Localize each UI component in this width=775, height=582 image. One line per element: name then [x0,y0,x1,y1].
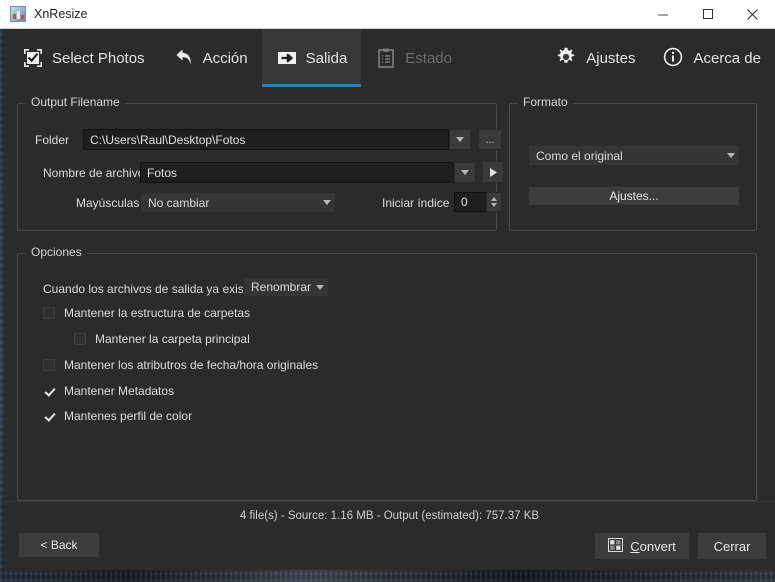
tab-label-estado: Estado [405,49,452,67]
select-photos-icon [22,47,44,69]
filename-preview-button[interactable] [482,161,504,183]
case-combobox-value: No cambiar [148,195,210,210]
footer-bar: 4 file(s) - Source: 1.16 MB - Output (es… [4,501,775,570]
action-arrow-icon [173,47,195,69]
output-export-icon [276,47,298,69]
salida-panel: Output Filename Folder C:\Users\Raul\Des… [4,87,775,501]
tab-label-ajustes: Ajustes [586,49,636,67]
filename-dropdown-button[interactable] [454,162,476,183]
play-triangle-icon [489,167,497,177]
case-label: Mayúsculas [76,196,140,210]
checkbox-keep-color-profile[interactable]: Mantenes perfil de color [43,409,192,423]
tab-acerca-de[interactable]: Acerca de [649,29,775,87]
gear-icon [556,47,578,69]
options-group: Opciones Cuando los archivos de salida y… [17,245,757,501]
file-exists-combobox[interactable]: Renombrar [243,277,329,297]
format-settings-button[interactable]: Ajustes... [528,186,740,206]
convert-accel-letter: C [630,538,640,554]
checkbox-keep-metadata[interactable]: Mantener Metadatos [43,384,174,398]
folder-browse-button[interactable]: ... [478,129,502,150]
tab-ajustes[interactable]: Ajustes [542,29,649,87]
tab-accion[interactable]: Acción [159,29,262,87]
file-exists-combobox-value: Renombrar [251,280,312,294]
format-combobox-value: Como el original [536,148,623,163]
xnresize-window: XnResize Select Photos Acción Salida Est… [0,0,775,570]
folder-input[interactable]: C:\Users\Raul\Desktop\Fotos [83,129,449,150]
clipboard-status-icon [375,47,397,69]
convert-button[interactable]: Convert [594,532,690,560]
tab-select-photos[interactable]: Select Photos [4,29,159,87]
tab-label-accion: Acción [202,49,248,67]
start-index-stepper[interactable]: 0 [454,192,502,212]
tab-bar-spacer [466,29,542,87]
tab-label-salida: Salida [305,49,348,67]
convert-image-icon [608,537,624,555]
window-title: XnResize [34,7,88,21]
maximize-icon[interactable] [685,0,730,28]
spinner-down-icon[interactable] [491,203,497,207]
checkbox-label: Mantener Metadatos [64,384,175,398]
close-icon[interactable] [730,0,775,28]
title-bar: XnResize [0,0,775,29]
tab-estado[interactable]: Estado [361,29,466,87]
chevron-down-icon [323,200,331,205]
checkbox-box[interactable] [43,385,55,397]
checkbox-box[interactable] [74,333,86,345]
xnresize-app-icon [10,6,26,22]
checkbox-label: Mantener la carpeta principal [95,332,250,346]
back-button[interactable]: < Back [18,532,100,558]
file-exists-label: Cuando los archivos de salida ya existan [43,282,261,296]
tab-salida[interactable]: Salida [261,29,362,87]
main-tab-bar: Select Photos Acción Salida Estado Ajust… [4,29,775,87]
format-legend: Formato [518,95,573,109]
status-summary: 4 file(s) - Source: 1.16 MB - Output (es… [239,510,540,522]
close-window-button[interactable]: Cerrar [697,532,767,560]
convert-button-label: Convert [630,539,676,554]
window-controls [640,0,775,28]
checkbox-keep-original-datetime[interactable]: Mantener los atributros de fecha/hora or… [43,358,318,372]
checkbox-label: Mantener los atributros de fecha/hora or… [64,358,319,372]
checkbox-keep-folder-structure[interactable]: Mantener la estructura de carpetas [43,306,250,320]
minimize-icon[interactable] [640,0,685,28]
chevron-down-icon [461,170,469,175]
tab-label-acerca-de: Acerca de [693,49,761,67]
checkbox-box[interactable] [43,307,55,319]
checkbox-box[interactable] [43,359,55,371]
checkbox-label: Mantenes perfil de color [64,409,193,423]
filename-label: Nombre de archivo [43,166,145,180]
checkbox-keep-parent-folder[interactable]: Mantener la carpeta principal [74,332,250,346]
spinner-up-icon[interactable] [491,197,497,201]
case-combobox[interactable]: No cambiar [140,192,336,213]
folder-label: Folder [35,133,70,147]
tab-label-select-photos: Select Photos [52,49,145,67]
format-combobox[interactable]: Como el original [528,145,740,166]
start-index-spinner-arrows[interactable] [486,192,502,212]
chevron-down-icon [727,153,735,158]
checkbox-box[interactable] [43,410,55,422]
start-index-label: Iniciar índice [382,196,450,210]
format-group: Formato Como el original Ajustes... [509,95,757,231]
start-index-value[interactable]: 0 [454,192,486,212]
filename-input[interactable]: Fotos [140,162,462,183]
chevron-down-icon [456,137,464,142]
folder-dropdown-button[interactable] [449,129,471,150]
chevron-down-icon [316,284,324,290]
convert-label-rest: onvert [639,538,676,554]
output-filename-legend: Output Filename [26,95,125,109]
info-circle-icon [663,47,685,69]
checkbox-label: Mantener la estructura de carpetas [64,306,251,320]
output-filename-group: Output Filename Folder C:\Users\Raul\Des… [17,95,504,231]
options-legend: Opciones [26,245,87,259]
